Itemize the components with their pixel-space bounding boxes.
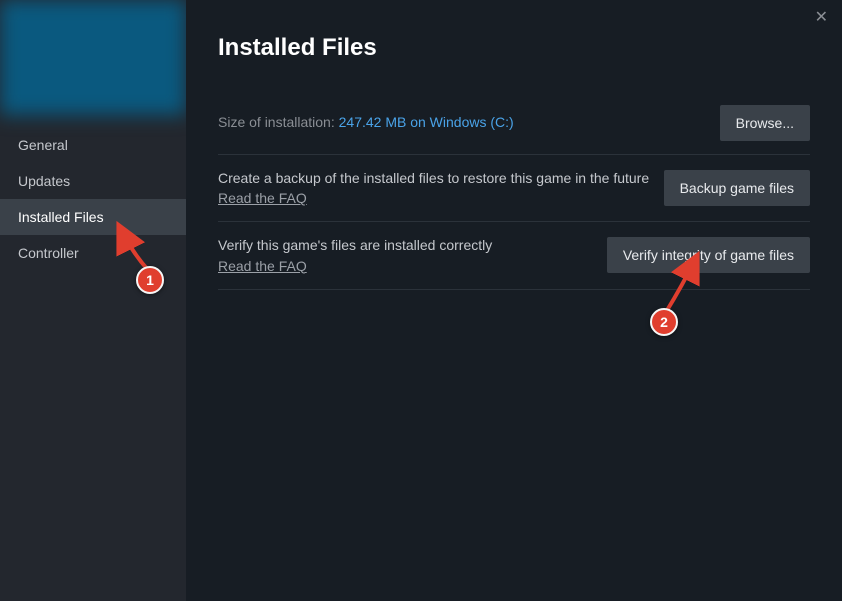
verify-faq-link[interactable]: Read the FAQ <box>218 258 307 274</box>
verify-button[interactable]: Verify integrity of game files <box>607 237 810 273</box>
sidebar-item-label: Updates <box>18 173 70 189</box>
backup-desc: Create a backup of the installed files t… <box>218 168 650 188</box>
main-panel: Installed Files Size of installation: 24… <box>186 0 842 601</box>
sidebar-item-controller[interactable]: Controller <box>0 235 186 271</box>
size-row: Size of installation: 247.42 MB on Windo… <box>218 92 810 155</box>
properties-window: ✕ General Updates Installed Files Contro… <box>0 0 842 601</box>
backup-row: Create a backup of the installed files t… <box>218 155 810 222</box>
size-label: Size of installation: <box>218 114 339 130</box>
sidebar-item-label: Controller <box>18 245 79 261</box>
backup-faq-link[interactable]: Read the FAQ <box>218 190 307 206</box>
page-title: Installed Files <box>218 34 810 62</box>
verify-text: Verify this game's files are installed c… <box>218 235 607 275</box>
sidebar-list: General Updates Installed Files Controll… <box>0 115 186 271</box>
verify-row: Verify this game's files are installed c… <box>218 222 810 289</box>
close-icon[interactable]: ✕ <box>815 10 828 26</box>
browse-button[interactable]: Browse... <box>720 105 810 141</box>
size-value: 247.42 MB on Windows (C:) <box>339 114 514 130</box>
sidebar-item-label: General <box>18 137 68 153</box>
backup-button[interactable]: Backup game files <box>664 170 810 206</box>
backup-text: Create a backup of the installed files t… <box>218 168 664 208</box>
size-text: Size of installation: 247.42 MB on Windo… <box>218 114 720 132</box>
game-banner <box>0 0 186 115</box>
sidebar-item-label: Installed Files <box>18 209 104 225</box>
sidebar-item-general[interactable]: General <box>0 127 186 163</box>
sidebar-item-updates[interactable]: Updates <box>0 163 186 199</box>
sidebar-item-installed-files[interactable]: Installed Files <box>0 199 186 235</box>
verify-desc: Verify this game's files are installed c… <box>218 235 593 255</box>
sidebar: General Updates Installed Files Controll… <box>0 0 186 601</box>
